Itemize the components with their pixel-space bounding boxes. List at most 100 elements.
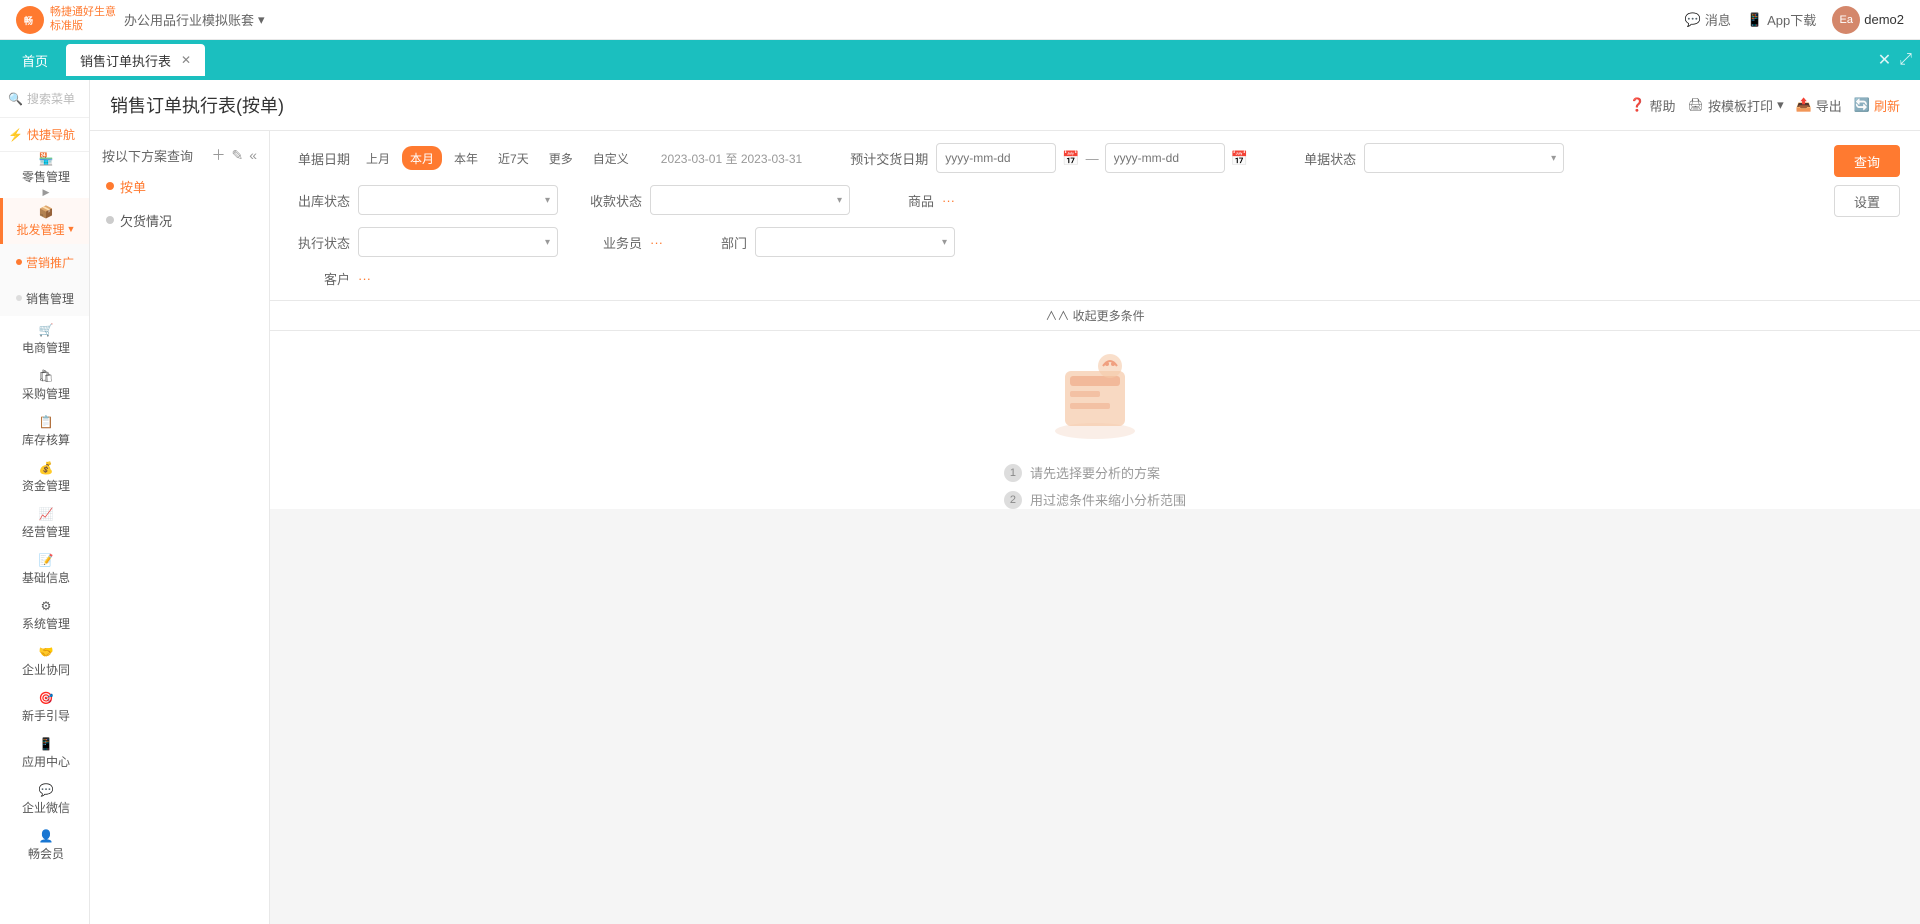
scheme-item-shortage[interactable]: 欠货情况 [90, 203, 269, 237]
empty-steps: 1 请先选择要分析的方案 2 用过滤条件来缩小分析范围 [1004, 463, 1186, 509]
top-bar-left: 畅 畅捷通好生意 标准版 办公用品行业模拟账套 ▾ [16, 6, 265, 34]
sidebar-item-inventory[interactable]: 📋 库存核算 [0, 408, 89, 454]
tab-expand-button[interactable]: ⤢ [1899, 51, 1912, 69]
template-print-label: 按模板打印 [1708, 96, 1773, 115]
app-download-button[interactable]: 📱 App下载 [1747, 10, 1816, 29]
exec-select-wrapper: ▾ [358, 227, 558, 257]
sidebar-item-wholesale[interactable]: 📦 批发管理 ▼ [0, 198, 89, 244]
date-tab-custom[interactable]: 自定义 [585, 146, 637, 170]
main-layout: 🔍 搜索菜单 ⚡ 快捷导航 🏪 零售管理 ▶ 📦 批发管理 ▼ 营销推广 [0, 80, 1920, 924]
search-button[interactable]: 查询 [1834, 145, 1900, 177]
exec-status-field: 执行状态 ▾ [290, 227, 558, 257]
tab-home[interactable]: 首页 [8, 44, 62, 76]
retail-label: 零售管理 [22, 168, 70, 185]
tab-list: 首页 销售订单执行表 ✕ [8, 44, 205, 76]
sidebar-item-search[interactable]: 🔍 搜索菜单 [0, 80, 89, 118]
sidebar-item-member[interactable]: 👤 畅会员 [0, 822, 89, 868]
date-separator: — [1086, 151, 1099, 166]
expected-date-end[interactable] [1105, 143, 1225, 173]
sidebar-item-ecommerce[interactable]: 🛒 电商管理 [0, 316, 89, 362]
circle-icon [16, 259, 22, 265]
finance-icon: 💰 [39, 461, 54, 475]
app-selector-label: 办公用品行业模拟账套 [124, 10, 254, 29]
filter-row-2: 出库状态 ▾ 收款状态 [290, 185, 1810, 215]
dept-select[interactable] [755, 227, 955, 257]
empty-illustration [1035, 331, 1155, 451]
scheme-item-by-order[interactable]: 按单 [90, 169, 269, 203]
date-tab-more[interactable]: 更多 [541, 146, 581, 170]
dept-select-wrapper: ▾ [755, 227, 955, 257]
quick-nav-icon: ⚡ [8, 128, 23, 142]
empty-step-2: 2 用过滤条件来缩小分析范围 [1004, 490, 1186, 509]
delivery-status-field: 出库状态 ▾ [290, 185, 558, 215]
delivery-status-select[interactable] [358, 185, 558, 215]
sidebar-item-retail[interactable]: 🏪 零售管理 ▶ [0, 152, 89, 198]
sidebar-item-wechat[interactable]: 💬 企业微信 [0, 776, 89, 822]
edit-scheme-button[interactable]: ✎ [231, 147, 243, 164]
logo-text: 畅捷通好生意 标准版 [50, 6, 116, 32]
app-center-icon: 📱 [39, 737, 54, 751]
settings-button[interactable]: 设置 [1834, 185, 1900, 217]
payment-select-wrapper: ▾ [650, 185, 850, 215]
tab-sales-order-label: 销售订单执行表 [80, 51, 171, 70]
export-label: 导出 [1816, 96, 1842, 115]
sidebar-item-system[interactable]: ⚙ 系统管理 [0, 592, 89, 638]
message-icon: 💬 [1685, 12, 1701, 28]
sidebar-item-quick-nav[interactable]: ⚡ 快捷导航 [0, 118, 89, 152]
app-selector[interactable]: 办公用品行业模拟账套 ▾ [124, 10, 265, 29]
sidebar-sub-item-marketing[interactable]: 营销推广 [0, 244, 89, 280]
date-tab-7days[interactable]: 近7天 [490, 146, 537, 170]
help-icon: ❓ [1629, 97, 1645, 113]
sidebar-item-app-center[interactable]: 📱 应用中心 [0, 730, 89, 776]
tab-close-icon[interactable]: ✕ [181, 53, 191, 67]
chevron-right-icon: ▶ [43, 187, 50, 198]
print-icon: 🖨 [1688, 97, 1705, 113]
delivery-select-wrapper: ▾ [358, 185, 558, 215]
help-label: 帮助 [1650, 96, 1676, 115]
chevron-down-icon: ▾ [258, 12, 265, 28]
date-tab-current-month[interactable]: 本月 [402, 146, 442, 170]
date-label: 单据日期 [290, 149, 350, 168]
salesperson-label: 业务员 [582, 233, 642, 252]
product-select-button[interactable]: ··· [942, 193, 955, 208]
tab-bar: 首页 销售订单执行表 ✕ ✕ ⤢ [0, 40, 1920, 80]
logo[interactable]: 畅 畅捷通好生意 标准版 [16, 6, 116, 34]
doc-status-select[interactable] [1364, 143, 1564, 173]
add-scheme-button[interactable]: ＋ [211, 145, 225, 165]
sidebar-item-purchase[interactable]: 🛍 采购管理 [0, 362, 89, 408]
exec-status-select[interactable] [358, 227, 558, 257]
expected-date-start[interactable] [936, 143, 1056, 173]
ecommerce-icon: 🛒 [39, 323, 54, 337]
filter-content: 单据日期 上月 本月 本年 近7天 更多 自定义 [270, 131, 1920, 924]
export-button[interactable]: 📤 导出 [1796, 96, 1842, 115]
collapse-scheme-button[interactable]: « [249, 147, 257, 163]
collapse-bar[interactable]: ∧∧ 收起更多条件 [270, 301, 1920, 331]
refresh-button[interactable]: 🔄 刷新 [1854, 96, 1900, 115]
sidebar-item-finance[interactable]: 💰 资金管理 [0, 454, 89, 500]
collapse-label: 收起更多条件 [1073, 309, 1145, 323]
wechat-icon: 💬 [39, 783, 54, 797]
tab-close-window-button[interactable]: ✕ [1878, 50, 1891, 70]
sidebar-item-basic-info[interactable]: 📝 基础信息 [0, 546, 89, 592]
doc-status-select-wrapper: ▾ [1364, 143, 1564, 173]
user-menu[interactable]: Ea demo2 [1832, 6, 1904, 34]
payment-status-field: 收款状态 ▾ [582, 185, 850, 215]
date-tab-last-month[interactable]: 上月 [358, 146, 398, 170]
date-tabs: 上月 本月 本年 近7天 更多 自定义 [358, 146, 637, 170]
salesperson-select-button[interactable]: ··· [650, 235, 663, 250]
customer-select-button[interactable]: ··· [358, 271, 371, 286]
help-button[interactable]: ❓ 帮助 [1629, 96, 1675, 115]
template-print-button[interactable]: 🖨 按模板打印 ▾ [1688, 96, 1784, 115]
sidebar-item-newbie[interactable]: 🎯 新手引导 [0, 684, 89, 730]
calendar-end-icon: 📅 [1231, 150, 1248, 167]
tab-sales-order[interactable]: 销售订单执行表 ✕ [66, 44, 205, 76]
marketing-label: 营销推广 [26, 254, 74, 271]
sidebar-item-operation[interactable]: 📈 经营管理 [0, 500, 89, 546]
sidebar-item-enterprise[interactable]: 🤝 企业协同 [0, 638, 89, 684]
system-icon: ⚙ [41, 599, 52, 613]
message-button[interactable]: 💬 消息 [1685, 10, 1731, 29]
date-tab-current-year[interactable]: 本年 [446, 146, 486, 170]
payment-status-select[interactable] [650, 185, 850, 215]
finance-label: 资金管理 [22, 477, 70, 494]
sidebar-sub-item-sales[interactable]: 销售管理 [0, 280, 89, 316]
